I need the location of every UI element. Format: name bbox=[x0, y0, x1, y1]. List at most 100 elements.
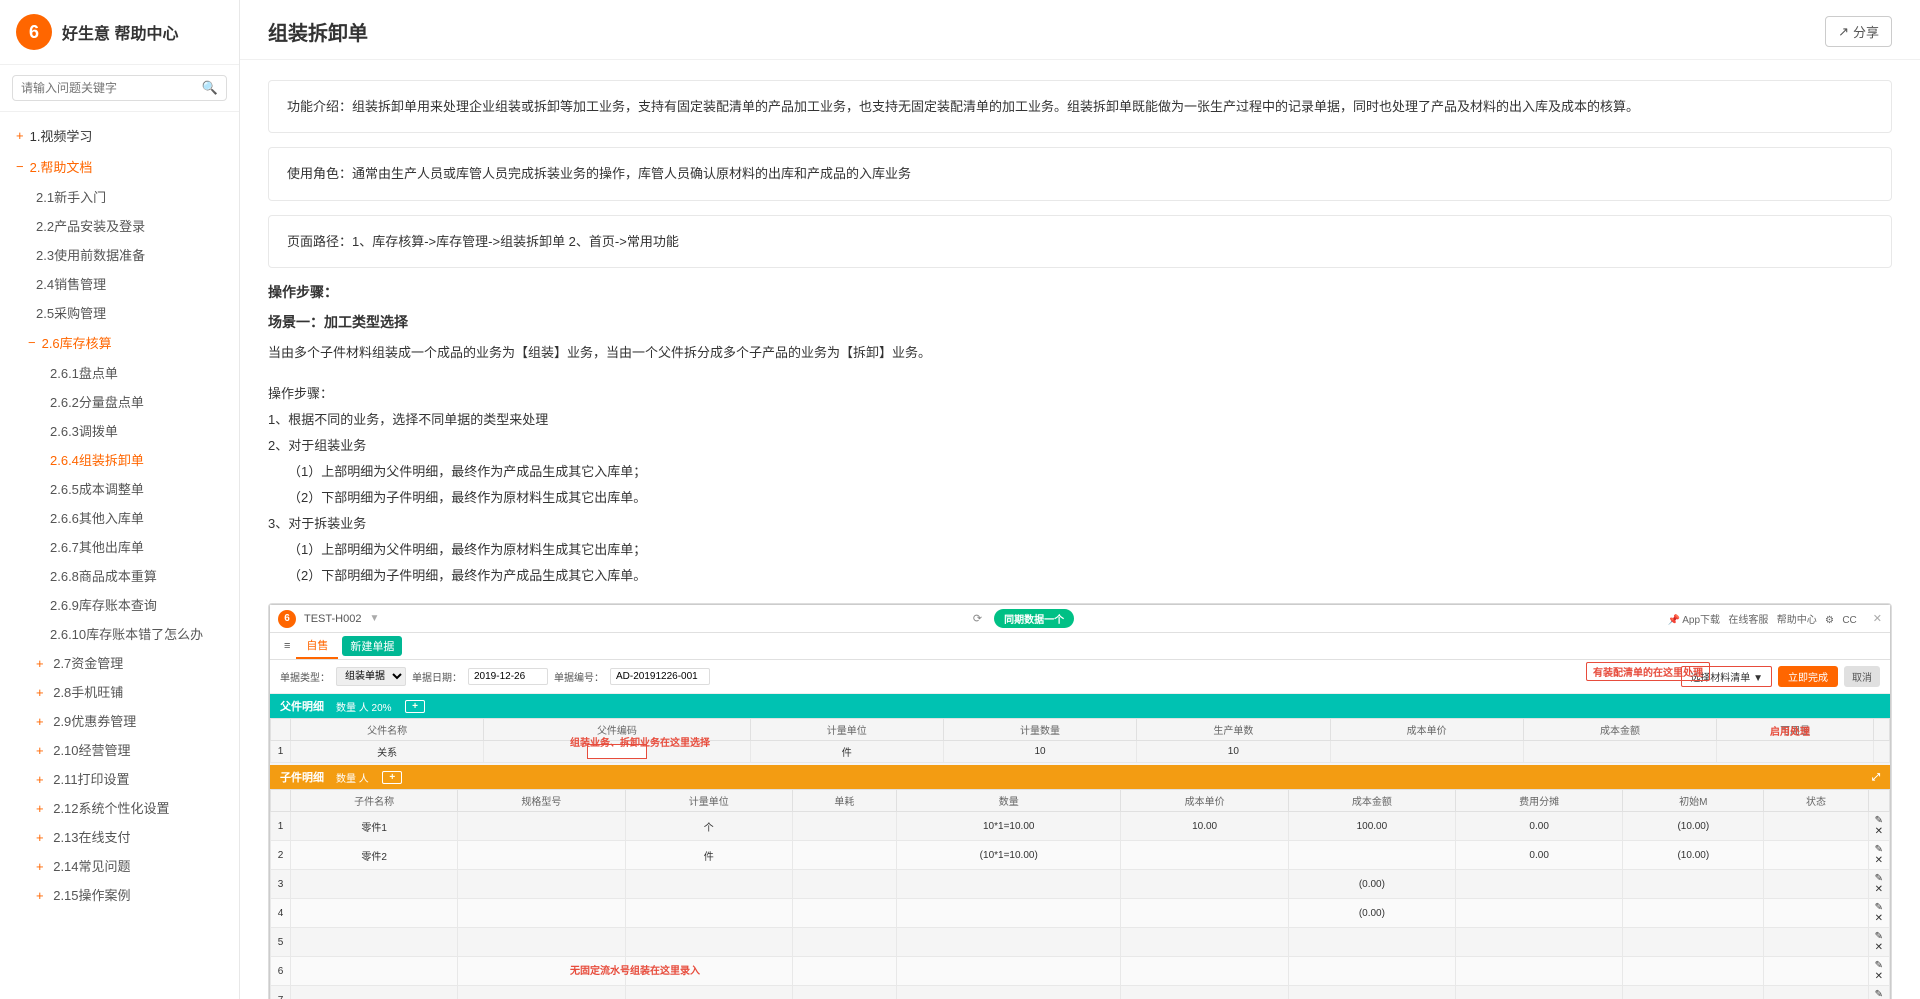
screenshot-inner: 6 TEST-H002 ▼ ⟳ 同期数据一个 📌 App下载 在线客服 帮助中心… bbox=[269, 604, 1891, 999]
mock-lower-row-6: 6 bbox=[271, 957, 1890, 986]
mock-form-area: 单据类型： 组装单据 拆卸单据 单据日期： 单据编号： 有装配清单的在这里处理 bbox=[270, 660, 1890, 694]
expand-icon: + bbox=[36, 772, 44, 787]
mock-expand-lower-btn[interactable]: ⤢ bbox=[1872, 772, 1880, 783]
mock-lower-row-4: 4 (0.00) bbox=[271, 899, 1890, 928]
scenario-desc: 当由多个子件材料组装成一个成品的业务为【组装】业务，当由一个父件拆分成多个子产品… bbox=[268, 340, 1892, 366]
mock-th-prod-qty: 生产单数 bbox=[1137, 719, 1330, 741]
sidebar-item-payment[interactable]: + 2.13在线支付 bbox=[0, 822, 239, 851]
mock-app: 6 TEST-H002 ▼ ⟳ 同期数据一个 📌 App下载 在线客服 帮助中心… bbox=[269, 604, 1891, 999]
mock-number-input[interactable] bbox=[610, 668, 710, 685]
collapse-icon: − bbox=[16, 159, 24, 174]
search-box: 🔍 bbox=[12, 75, 227, 101]
intro-text: 功能介绍：组装拆卸单用来处理企业组装或拆卸等加工业务，支持有固定装配清单的产品加… bbox=[287, 99, 1639, 114]
sidebar-item-newcomer[interactable]: 2.1新手入门 bbox=[0, 182, 239, 211]
mock-add-row-btn[interactable]: + bbox=[405, 700, 425, 713]
scenario-title: 场景一：加工类型选择 bbox=[268, 312, 1892, 332]
sidebar-item-data-prep[interactable]: 2.3使用前数据准备 bbox=[0, 240, 239, 269]
sidebar-item-assembly[interactable]: 2.6.4组装拆卸单 bbox=[0, 445, 239, 474]
sidebar-item-inventory[interactable]: − 2.6库存核算 bbox=[0, 327, 239, 358]
mock-parent-code-input[interactable] bbox=[587, 744, 647, 759]
expand-icon: + bbox=[36, 859, 44, 874]
sidebar-item-purchase[interactable]: 2.5采购管理 bbox=[0, 298, 239, 327]
expand-icon: + bbox=[36, 888, 44, 903]
expand-icon: + bbox=[36, 830, 44, 845]
sidebar-item-cost-adjust[interactable]: 2.6.5成本调整单 bbox=[0, 474, 239, 503]
search-icon[interactable]: 🔍 bbox=[202, 80, 218, 96]
sidebar-item-inventory-adjust[interactable]: 2.6.3调拨单 bbox=[0, 416, 239, 445]
content-area: 功能介绍：组装拆卸单用来处理企业组装或拆卸等加工业务，支持有固定装配清单的产品加… bbox=[240, 60, 1920, 999]
mock-lower-row-1: 1 零件1 个 10*1=10.00 10.00 100.00 0.00 bbox=[271, 812, 1890, 841]
mock-th-avail: 可用量 bbox=[1717, 719, 1874, 741]
mock-lower-row-2: 2 零件2 件 (10*1=10.00) 0.00 (10.00) bbox=[271, 841, 1890, 870]
sidebar-item-cases[interactable]: + 2.15操作案例 bbox=[0, 880, 239, 909]
sidebar: 6 好生意 帮助中心 🔍 + 1.视频学习 − 2.帮助文档 2.1新手入门 2… bbox=[0, 0, 240, 999]
path-text: 页面路径：1、库存核算->库存管理->组装拆卸单 2、首页->常用功能 bbox=[287, 234, 679, 249]
sidebar-item-install[interactable]: 2.2产品安装及登录 bbox=[0, 211, 239, 240]
logo-area: 6 好生意 帮助中心 bbox=[0, 0, 239, 65]
mock-save-btn[interactable]: 立即完成 bbox=[1778, 666, 1838, 687]
expand-icon: + bbox=[36, 743, 44, 758]
mock-date-input[interactable] bbox=[468, 668, 548, 685]
mock-th-unit: 计量单位 bbox=[750, 719, 943, 741]
intro-block: 功能介绍：组装拆卸单用来处理企业组装或拆卸等加工业务，支持有固定装配清单的产品加… bbox=[268, 80, 1892, 133]
mock-th-cost-amount: 成本金额 bbox=[1523, 719, 1716, 741]
search-input[interactable] bbox=[21, 81, 202, 95]
mock-titlebar: 6 TEST-H002 ▼ ⟳ 同期数据一个 📌 App下载 在线客服 帮助中心… bbox=[270, 605, 1890, 633]
share-button[interactable]: ↗ 分享 bbox=[1825, 16, 1892, 47]
mock-app-id: TEST-H002 bbox=[304, 613, 361, 625]
mock-left-nav-icon: ≡ bbox=[278, 633, 296, 659]
sidebar-item-mobile[interactable]: + 2.8手机旺铺 bbox=[0, 677, 239, 706]
nav-tree: + 1.视频学习 − 2.帮助文档 2.1新手入门 2.2产品安装及登录 2.3… bbox=[0, 112, 239, 999]
logo-text: 好生意 帮助中心 bbox=[62, 20, 178, 44]
sidebar-item-ops[interactable]: + 2.10经营管理 bbox=[0, 735, 239, 764]
mock-refresh-icon: ⟳ bbox=[973, 612, 982, 625]
expand-icon: + bbox=[16, 128, 24, 143]
role-block: 使用角色：通常由生产人员或库管人员完成拆装业务的操作，库管人员确认原材料的出库和… bbox=[268, 147, 1892, 200]
sidebar-item-ledger-error[interactable]: 2.6.10库存账本错了怎么办 bbox=[0, 619, 239, 648]
mock-lower-row-5: 5 bbox=[271, 928, 1890, 957]
mock-tab-自售[interactable]: 自售 bbox=[296, 633, 338, 659]
sidebar-item-video[interactable]: + 1.视频学习 bbox=[0, 120, 239, 151]
mock-cancel-btn[interactable]: 取消 bbox=[1844, 666, 1880, 687]
sidebar-item-coupon[interactable]: + 2.9优惠券管理 bbox=[0, 706, 239, 735]
logo-icon: 6 bbox=[16, 14, 52, 50]
mock-upper-section-header: 父件明细 数量 人 20% + bbox=[270, 694, 1890, 718]
mock-type-select[interactable]: 组装单据 拆卸单据 bbox=[336, 667, 406, 686]
mock-logo-icon: 6 bbox=[278, 610, 296, 628]
step3-2-text: （2）下部明细为子件明细，最终作为产成品生成其它入库单。 bbox=[288, 563, 1892, 589]
sidebar-item-inventory-split[interactable]: 2.6.2分量盘点单 bbox=[0, 387, 239, 416]
sidebar-item-other-in[interactable]: 2.6.6其他入库单 bbox=[0, 503, 239, 532]
mock-date-label: 单据日期： bbox=[412, 669, 462, 684]
mock-number-label: 单据编号： bbox=[554, 669, 604, 684]
main-header: 组装拆卸单 ↗ 分享 bbox=[240, 0, 1920, 60]
sidebar-item-other-out[interactable]: 2.6.7其他出库单 bbox=[0, 532, 239, 561]
sidebar-item-faq[interactable]: + 2.14常见问题 bbox=[0, 851, 239, 880]
mock-lower-section-header: 子件明细 数量 人 + ⤢ bbox=[270, 765, 1890, 789]
mock-th-check bbox=[271, 719, 291, 741]
mock-th-qty: 计量数量 bbox=[943, 719, 1136, 741]
sidebar-item-sales[interactable]: 2.4销售管理 bbox=[0, 269, 239, 298]
screenshot-container: 6 TEST-H002 ▼ ⟳ 同期数据一个 📌 App下载 在线客服 帮助中心… bbox=[268, 603, 1892, 999]
sidebar-item-ledger-query[interactable]: 2.6.9库存账本查询 bbox=[0, 590, 239, 619]
mock-close-icon: ✕ bbox=[1873, 612, 1882, 625]
step3-1-text: （1）上部明细为父件明细，最终作为原材料生成其它出库单； bbox=[288, 537, 1892, 563]
collapse-icon: − bbox=[28, 335, 36, 350]
mock-type-label: 单据类型： bbox=[280, 669, 330, 684]
mock-annotation1: 有装配清单的在这里处理 bbox=[1586, 662, 1710, 681]
sidebar-item-print[interactable]: + 2.11打印设置 bbox=[0, 764, 239, 793]
step2-2-text: （2）下部明细为子件明细，最终作为原材料生成其它出库单。 bbox=[288, 485, 1892, 511]
mock-dropdown-icon: ▼ bbox=[369, 613, 379, 624]
sidebar-item-customize[interactable]: + 2.12系统个性化设置 bbox=[0, 793, 239, 822]
mock-th-cost-price: 成本单价 bbox=[1330, 719, 1523, 741]
sidebar-item-cost-calc[interactable]: 2.6.8商品成本重算 bbox=[0, 561, 239, 590]
search-area: 🔍 bbox=[0, 65, 239, 112]
mock-lower-row-3: 3 (0.00) bbox=[271, 870, 1890, 899]
sidebar-item-docs[interactable]: − 2.帮助文档 bbox=[0, 151, 239, 182]
sidebar-item-inventory-check[interactable]: 2.6.1盘点单 bbox=[0, 358, 239, 387]
mock-tab-new[interactable]: 新建单据 bbox=[342, 636, 402, 656]
mock-add-lower-row-btn[interactable]: + bbox=[382, 771, 402, 784]
sidebar-item-finance[interactable]: + 2.7资金管理 bbox=[0, 648, 239, 677]
substeps-title: 操作步骤： bbox=[268, 381, 1892, 407]
mock-upper-section: 父件明细 数量 人 20% + 组装业务、拆卸业务在这里选择 bbox=[270, 694, 1890, 763]
main-content: 组装拆卸单 ↗ 分享 功能介绍：组装拆卸单用来处理企业组装或拆卸等加工业务，支持… bbox=[240, 0, 1920, 999]
